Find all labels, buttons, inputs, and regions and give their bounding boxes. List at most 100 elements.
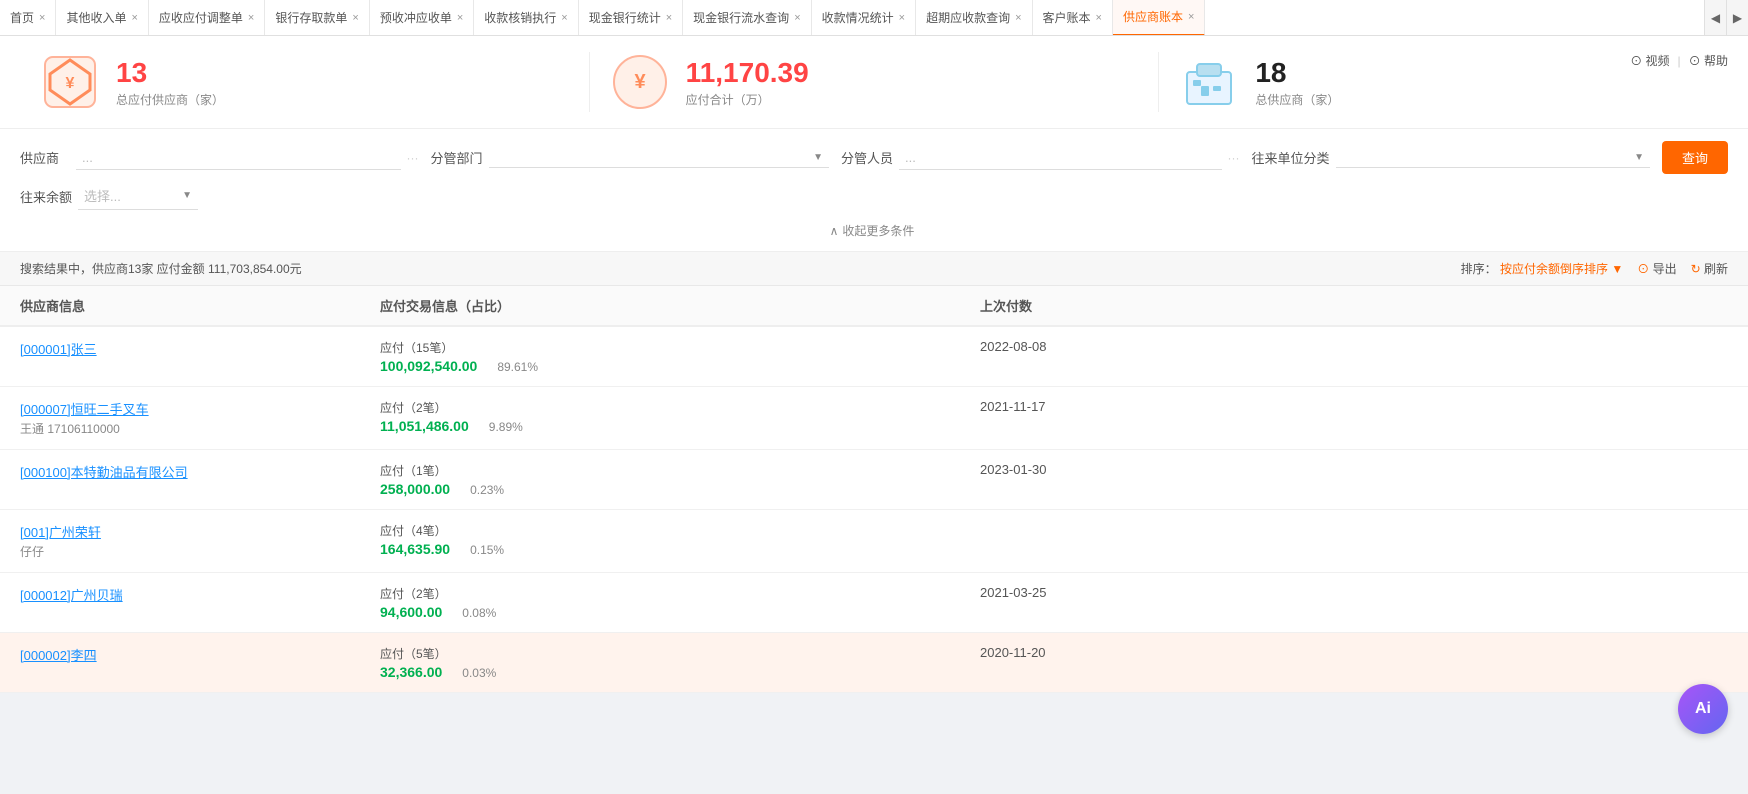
- nav-tab-overdue-ar[interactable]: 超期应收款查询×: [916, 0, 1032, 36]
- person-input[interactable]: [899, 146, 1221, 170]
- table-row[interactable]: [000001]张三 应付（15笔） 100,092,540.00 89.61%…: [0, 327, 1748, 387]
- transaction-cell: 应付（1笔） 258,000.00 0.23%: [380, 462, 980, 497]
- nav-tab-bank-deposit[interactable]: 银行存取款单 ×: [265, 0, 369, 36]
- last-pay-cell: 2022-08-08: [980, 339, 1728, 354]
- dept-select[interactable]: ▼: [489, 148, 829, 168]
- supplier-name-link[interactable]: [000012]广州贝瑞: [20, 585, 380, 604]
- nav-tab-cash-bank-stat[interactable]: 现金银行统计×: [579, 0, 683, 36]
- nav-tab-close-icon[interactable]: ×: [131, 12, 137, 24]
- refresh-button[interactable]: ↻ 刷新: [1691, 260, 1728, 277]
- last-pay-date: 2021-03-25: [980, 585, 1047, 600]
- supplier-name-link[interactable]: [000001]张三: [20, 339, 380, 358]
- query-button[interactable]: 查询: [1662, 141, 1728, 174]
- balance-select[interactable]: 选择... ▼: [78, 182, 198, 210]
- supplier-label: 供应商: [20, 148, 70, 167]
- collapse-button[interactable]: ∧ 收起更多条件: [20, 218, 1728, 243]
- balance-chevron-down-icon: ▼: [182, 190, 192, 201]
- tx-amount[interactable]: 164,635.90: [380, 541, 450, 557]
- last-pay-cell: 2021-11-17: [980, 399, 1728, 414]
- table-row[interactable]: [001]广州荣轩 仔仔 应付（4笔） 164,635.90 0.15%: [0, 510, 1748, 573]
- supplier-dots: ···: [407, 151, 419, 165]
- nav-prev-arrow[interactable]: ◀: [1704, 0, 1726, 36]
- export-button[interactable]: ⊙ 导出: [1637, 260, 1676, 277]
- balance-filter: 往来余额 选择... ▼: [20, 182, 198, 210]
- nav-tab-label: 银行存取款单: [275, 9, 347, 26]
- nav-tab-label: 供应商账本: [1123, 8, 1183, 25]
- nav-tab-label: 其他收入单: [66, 9, 126, 26]
- summary-block-ap-total: ¥ 11,170.39 应付合计（万）: [590, 52, 1160, 112]
- tx-percent: 89.61%: [497, 360, 538, 374]
- total-supplier-icon: [1179, 52, 1239, 112]
- nav-tab-home[interactable]: 首页×: [0, 0, 56, 36]
- nav-tab-cash-bank-flow[interactable]: 现金银行流水查询×: [683, 0, 811, 36]
- supplier-name-link[interactable]: [000100]本特勤油品有限公司: [20, 462, 380, 481]
- filter-row-2: 往来余额 选择... ▼: [20, 182, 1728, 210]
- collapse-label: 收起更多条件: [842, 222, 914, 239]
- nav-tab-close-icon[interactable]: ×: [248, 12, 254, 24]
- export-icon: ⊙: [1637, 262, 1649, 276]
- tx-amount[interactable]: 11,051,486.00: [380, 418, 469, 434]
- supplier-cell: [000001]张三: [20, 339, 380, 358]
- summary-area: ¥ 13 总应付供应商（家） ¥ 11,170.39 应付合计（万）: [0, 36, 1748, 129]
- tx-row: 94,600.00 0.08%: [380, 602, 980, 620]
- supplier-name-link[interactable]: [001]广州荣轩: [20, 522, 380, 541]
- tx-amount[interactable]: 32,366.00: [380, 664, 442, 680]
- data-table: 供应商信息 应付交易信息（占比） 上次付数 [000001]张三 应付（15笔）…: [0, 286, 1748, 693]
- unit-type-select[interactable]: ▼: [1336, 148, 1650, 168]
- ap-total-label: 应付合计（万）: [686, 91, 809, 108]
- tx-label: 应付（15笔）: [380, 339, 980, 356]
- tx-amount[interactable]: 94,600.00: [380, 604, 442, 620]
- nav-tab-receipt-verify[interactable]: 收款核销执行×: [474, 0, 578, 36]
- nav-tab-supplier-ledger[interactable]: 供应商账本 ×: [1113, 0, 1205, 36]
- table-row[interactable]: [000012]广州贝瑞 应付（2笔） 94,600.00 0.08% 2021…: [0, 573, 1748, 633]
- nav-tab-close-icon[interactable]: ×: [666, 12, 672, 24]
- supplier-input[interactable]: [76, 146, 401, 170]
- sort-value[interactable]: 按应付余额倒序排序: [1500, 262, 1608, 276]
- nav-tab-close-icon[interactable]: ×: [352, 12, 358, 24]
- nav-tab-close-icon[interactable]: ×: [39, 12, 45, 24]
- nav-tab-close-icon[interactable]: ×: [794, 12, 800, 24]
- tx-row: 258,000.00 0.23%: [380, 479, 980, 497]
- supplier-name-link[interactable]: [000007]恒旺二手叉车: [20, 399, 380, 418]
- nav-tab-close-icon[interactable]: ×: [1096, 12, 1102, 24]
- nav-tab-receipt-stat[interactable]: 收款情况统计 ×: [812, 0, 916, 36]
- nav-tab-close-icon[interactable]: ×: [457, 12, 463, 24]
- nav-tab-ar-ap-adjust[interactable]: 应收应付调整单×: [149, 0, 265, 36]
- supplier-sub-info: 王通 17106110000: [20, 420, 380, 437]
- table-row[interactable]: [000100]本特勤油品有限公司 应付（1笔） 258,000.00 0.23…: [0, 450, 1748, 510]
- nav-tab-other-income[interactable]: 其他收入单 ×: [56, 0, 148, 36]
- tx-percent: 0.23%: [470, 483, 504, 497]
- nav-tab-prepay-ar[interactable]: 预收冲应收单×: [370, 0, 474, 36]
- tx-percent: 0.08%: [462, 606, 496, 620]
- table-header: 供应商信息 应付交易信息（占比） 上次付数: [0, 286, 1748, 327]
- transaction-cell: 应付（4笔） 164,635.90 0.15%: [380, 522, 980, 557]
- help-link[interactable]: ⊙ 帮助: [1689, 52, 1728, 69]
- nav-tab-close-icon[interactable]: ×: [1188, 11, 1194, 23]
- supplier-name-link[interactable]: [000002]李四: [20, 645, 380, 664]
- total-supplier-text: 18 总供应商（家）: [1255, 56, 1339, 109]
- tx-percent: 9.89%: [489, 420, 523, 434]
- tx-row: 32,366.00 0.03%: [380, 662, 980, 680]
- ap-supplier-icon: ¥: [40, 52, 100, 112]
- ai-badge[interactable]: Ai: [1678, 684, 1728, 734]
- table-row[interactable]: [000007]恒旺二手叉车 王通 17106110000 应付（2笔） 11,…: [0, 387, 1748, 450]
- result-text: 搜索结果中，供应商13家 应付金额 111,703,854.00元: [20, 260, 302, 277]
- nav-tab-close-icon[interactable]: ×: [1015, 12, 1021, 24]
- total-supplier-label: 总供应商（家）: [1255, 91, 1339, 108]
- tx-amount[interactable]: 258,000.00: [380, 481, 450, 497]
- total-supplier-count: 18: [1255, 56, 1339, 90]
- person-dots: ···: [1228, 151, 1240, 165]
- sort-arrow-icon: ▼: [1611, 262, 1623, 276]
- dept-label: 分管部门: [431, 148, 483, 167]
- person-label: 分管人员: [841, 148, 893, 167]
- video-link[interactable]: ⊙ 视频: [1630, 52, 1669, 69]
- nav-tab-close-icon[interactable]: ×: [561, 12, 567, 24]
- last-pay-date: 2022-08-08: [980, 339, 1047, 354]
- nav-tab-customer-ledger[interactable]: 客户账本×: [1033, 0, 1113, 36]
- tx-amount[interactable]: 100,092,540.00: [380, 358, 477, 374]
- nav-tab-label: 收款情况统计: [822, 9, 894, 26]
- sort-label: 排序： 按应付余额倒序排序 ▼: [1461, 260, 1624, 277]
- table-row[interactable]: [000002]李四 应付（5笔） 32,366.00 0.03% 2020-1…: [0, 633, 1748, 693]
- nav-next-arrow[interactable]: ▶: [1726, 0, 1748, 36]
- nav-tab-close-icon[interactable]: ×: [899, 12, 905, 24]
